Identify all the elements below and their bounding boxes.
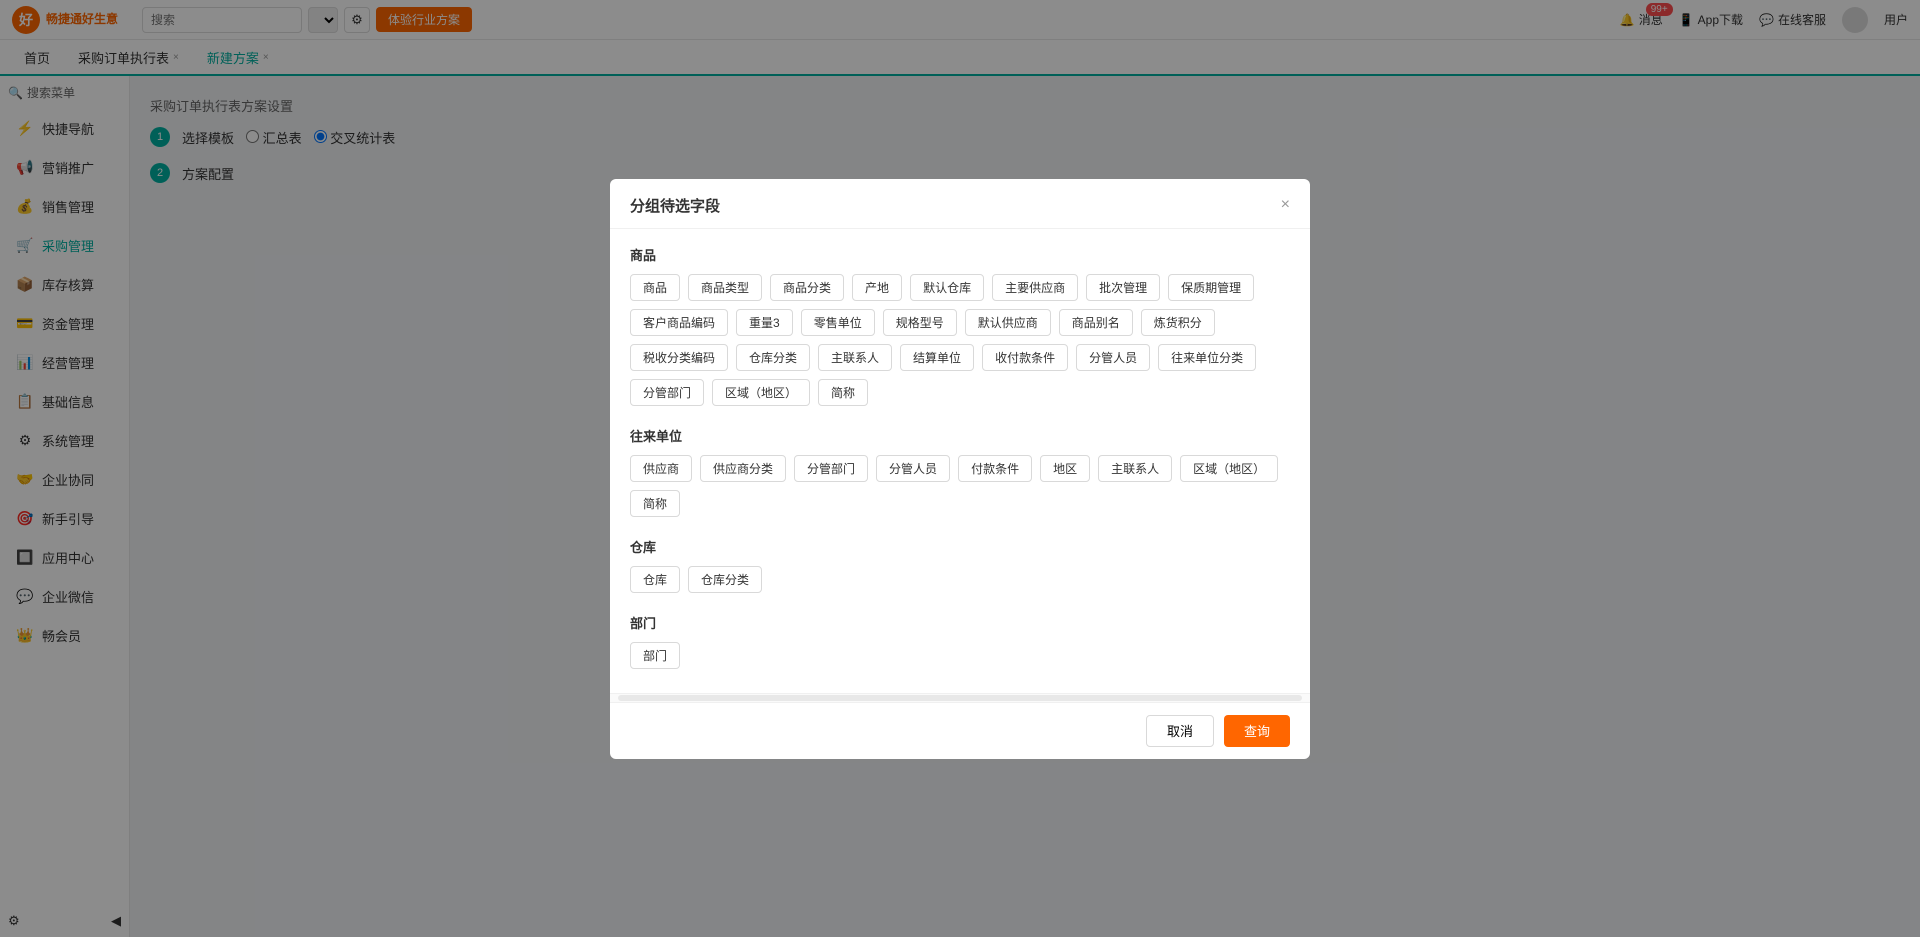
modal-title: 分组待选字段: [630, 195, 720, 216]
section-title-2: 仓库: [630, 537, 1290, 556]
field-tag-0-0[interactable]: 商品: [630, 274, 680, 301]
field-tag-0-8[interactable]: 客户商品编码: [630, 309, 728, 336]
field-tag-0-5[interactable]: 主要供应商: [992, 274, 1078, 301]
modal-dialog: 分组待选字段 × 商品商品商品类型商品分类产地默认仓库主要供应商批次管理保质期管…: [610, 179, 1310, 759]
modal-close-button[interactable]: ×: [1281, 196, 1290, 214]
field-tag-0-1[interactable]: 商品类型: [688, 274, 762, 301]
field-tag-0-3[interactable]: 产地: [852, 274, 902, 301]
field-tag-0-7[interactable]: 保质期管理: [1168, 274, 1254, 301]
field-tag-1-7[interactable]: 区域（地区）: [1180, 455, 1278, 482]
field-tag-0-20[interactable]: 分管人员: [1076, 344, 1150, 371]
field-tags-0: 商品商品类型商品分类产地默认仓库主要供应商批次管理保质期管理客户商品编码重量3 零…: [630, 274, 1290, 406]
field-tag-1-1[interactable]: 供应商分类: [700, 455, 786, 482]
field-tag-0-6[interactable]: 批次管理: [1086, 274, 1160, 301]
hscroll-track: [618, 695, 1302, 701]
field-tag-0-11[interactable]: 规格型号: [883, 309, 957, 336]
field-tag-1-6[interactable]: 主联系人: [1098, 455, 1172, 482]
field-section-3: 部门部门: [630, 613, 1290, 669]
field-tags-2: 仓库仓库分类: [630, 566, 1290, 593]
modal-overlay: 分组待选字段 × 商品商品商品类型商品分类产地默认仓库主要供应商批次管理保质期管…: [0, 0, 1920, 937]
field-tag-0-18[interactable]: 结算单位: [900, 344, 974, 371]
field-tag-1-0[interactable]: 供应商: [630, 455, 692, 482]
field-tag-0-16[interactable]: 仓库分类: [736, 344, 810, 371]
field-tag-0-19[interactable]: 收付款条件: [982, 344, 1068, 371]
field-tag-0-24[interactable]: 简称: [818, 379, 868, 406]
field-tags-1: 供应商供应商分类分管部门分管人员付款条件地区主联系人区域（地区） 简称: [630, 455, 1290, 517]
field-tag-0-22[interactable]: 分管部门: [630, 379, 704, 406]
field-tag-0-4[interactable]: 默认仓库: [910, 274, 984, 301]
field-tag-1-4[interactable]: 付款条件: [958, 455, 1032, 482]
field-tag-0-21[interactable]: 往来单位分类: [1158, 344, 1256, 371]
field-tag-0-14[interactable]: 炼货积分: [1141, 309, 1215, 336]
modal-footer: 取消 查询: [610, 702, 1310, 759]
field-tag-0-10[interactable]: 零售单位: [801, 309, 875, 336]
field-tag-0-12[interactable]: 默认供应商: [965, 309, 1051, 336]
modal-hscrollbar[interactable]: [610, 693, 1310, 702]
field-tag-0-13[interactable]: 商品别名: [1059, 309, 1133, 336]
field-section-0: 商品商品商品类型商品分类产地默认仓库主要供应商批次管理保质期管理客户商品编码重量…: [630, 245, 1290, 406]
confirm-button[interactable]: 查询: [1224, 715, 1290, 747]
field-tag-2-0[interactable]: 仓库: [630, 566, 680, 593]
field-tag-1-2[interactable]: 分管部门: [794, 455, 868, 482]
field-tag-0-23[interactable]: 区域（地区）: [712, 379, 810, 406]
field-tag-2-1[interactable]: 仓库分类: [688, 566, 762, 593]
modal-body: 商品商品商品类型商品分类产地默认仓库主要供应商批次管理保质期管理客户商品编码重量…: [610, 229, 1310, 693]
cancel-button[interactable]: 取消: [1146, 715, 1214, 747]
field-tags-3: 部门: [630, 642, 1290, 669]
field-tag-0-15[interactable]: 税收分类编码: [630, 344, 728, 371]
field-tag-1-5[interactable]: 地区: [1040, 455, 1090, 482]
modal-header: 分组待选字段 ×: [610, 179, 1310, 229]
field-section-1: 往来单位供应商供应商分类分管部门分管人员付款条件地区主联系人区域（地区） 简称: [630, 426, 1290, 517]
field-section-2: 仓库仓库仓库分类: [630, 537, 1290, 593]
field-tag-0-2[interactable]: 商品分类: [770, 274, 844, 301]
section-title-1: 往来单位: [630, 426, 1290, 445]
field-tag-0-9[interactable]: 重量3: [736, 309, 793, 336]
section-title-3: 部门: [630, 613, 1290, 632]
field-tag-3-0[interactable]: 部门: [630, 642, 680, 669]
field-tag-1-8[interactable]: 简称: [630, 490, 680, 517]
section-title-0: 商品: [630, 245, 1290, 264]
field-tag-0-17[interactable]: 主联系人: [818, 344, 892, 371]
field-tag-1-3[interactable]: 分管人员: [876, 455, 950, 482]
